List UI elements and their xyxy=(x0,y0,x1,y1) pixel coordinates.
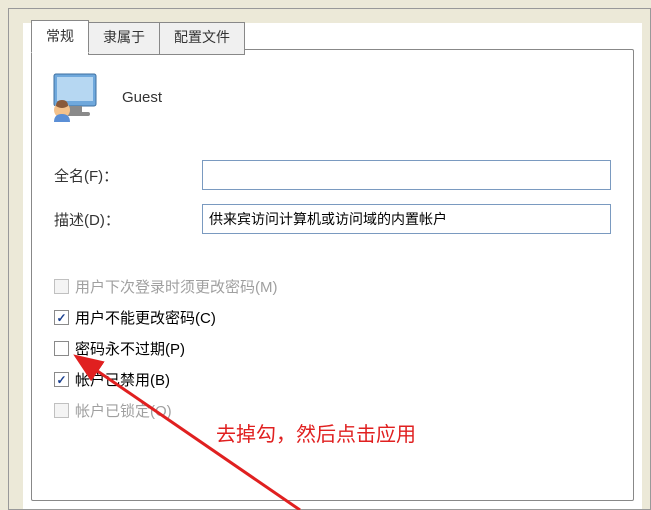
description-input[interactable] xyxy=(202,204,611,234)
checkbox-must-change-password-label: 用户下次登录时须更改密码(M) xyxy=(75,276,278,297)
checkbox-account-locked xyxy=(54,403,69,418)
tab-general[interactable]: 常规 xyxy=(31,20,89,53)
tab-profile[interactable]: 配置文件 xyxy=(159,22,245,55)
fullname-input[interactable] xyxy=(202,160,611,190)
account-header: Guest xyxy=(32,50,633,140)
checkbox-account-locked-label: 帐户已锁定(O) xyxy=(75,400,172,421)
tab-panel-general: Guest 全名(F)： 描述(D)： 用户下次登录时须更改密码(M) xyxy=(31,49,634,501)
window-frame: 常规 隶属于 配置文件 Guest xyxy=(8,8,651,510)
checkbox-must-change-password-row: 用户下次登录时须更改密码(M) xyxy=(54,276,611,297)
tab-memberof[interactable]: 隶属于 xyxy=(88,22,160,55)
checkbox-account-disabled-row: 帐户已禁用(B) xyxy=(54,369,611,390)
checkbox-account-disabled[interactable] xyxy=(54,372,69,387)
checkbox-account-disabled-label: 帐户已禁用(B) xyxy=(75,369,170,390)
checkbox-cannot-change-password[interactable] xyxy=(54,310,69,325)
checkbox-account-locked-row: 帐户已锁定(O) xyxy=(54,400,611,421)
properties-dialog: 常规 隶属于 配置文件 Guest xyxy=(23,23,642,509)
form-section: 全名(F)： 描述(D)： xyxy=(32,140,633,234)
fullname-label: 全名(F)： xyxy=(54,165,202,186)
checkbox-section: 用户下次登录时须更改密码(M) 用户不能更改密码(C) 密码永不过期(P) 帐户… xyxy=(32,248,633,421)
checkbox-must-change-password xyxy=(54,279,69,294)
tab-strip: 常规 隶属于 配置文件 xyxy=(31,22,244,55)
account-name: Guest xyxy=(122,89,162,106)
checkbox-password-never-expires-row: 密码永不过期(P) xyxy=(54,338,611,359)
checkbox-password-never-expires-label: 密码永不过期(P) xyxy=(75,338,185,359)
checkbox-cannot-change-password-label: 用户不能更改密码(C) xyxy=(75,307,216,328)
description-row: 描述(D)： xyxy=(54,204,611,234)
description-label: 描述(D)： xyxy=(54,209,202,230)
user-icon xyxy=(50,72,100,122)
fullname-row: 全名(F)： xyxy=(54,160,611,190)
checkbox-cannot-change-password-row: 用户不能更改密码(C) xyxy=(54,307,611,328)
checkbox-password-never-expires[interactable] xyxy=(54,341,69,356)
